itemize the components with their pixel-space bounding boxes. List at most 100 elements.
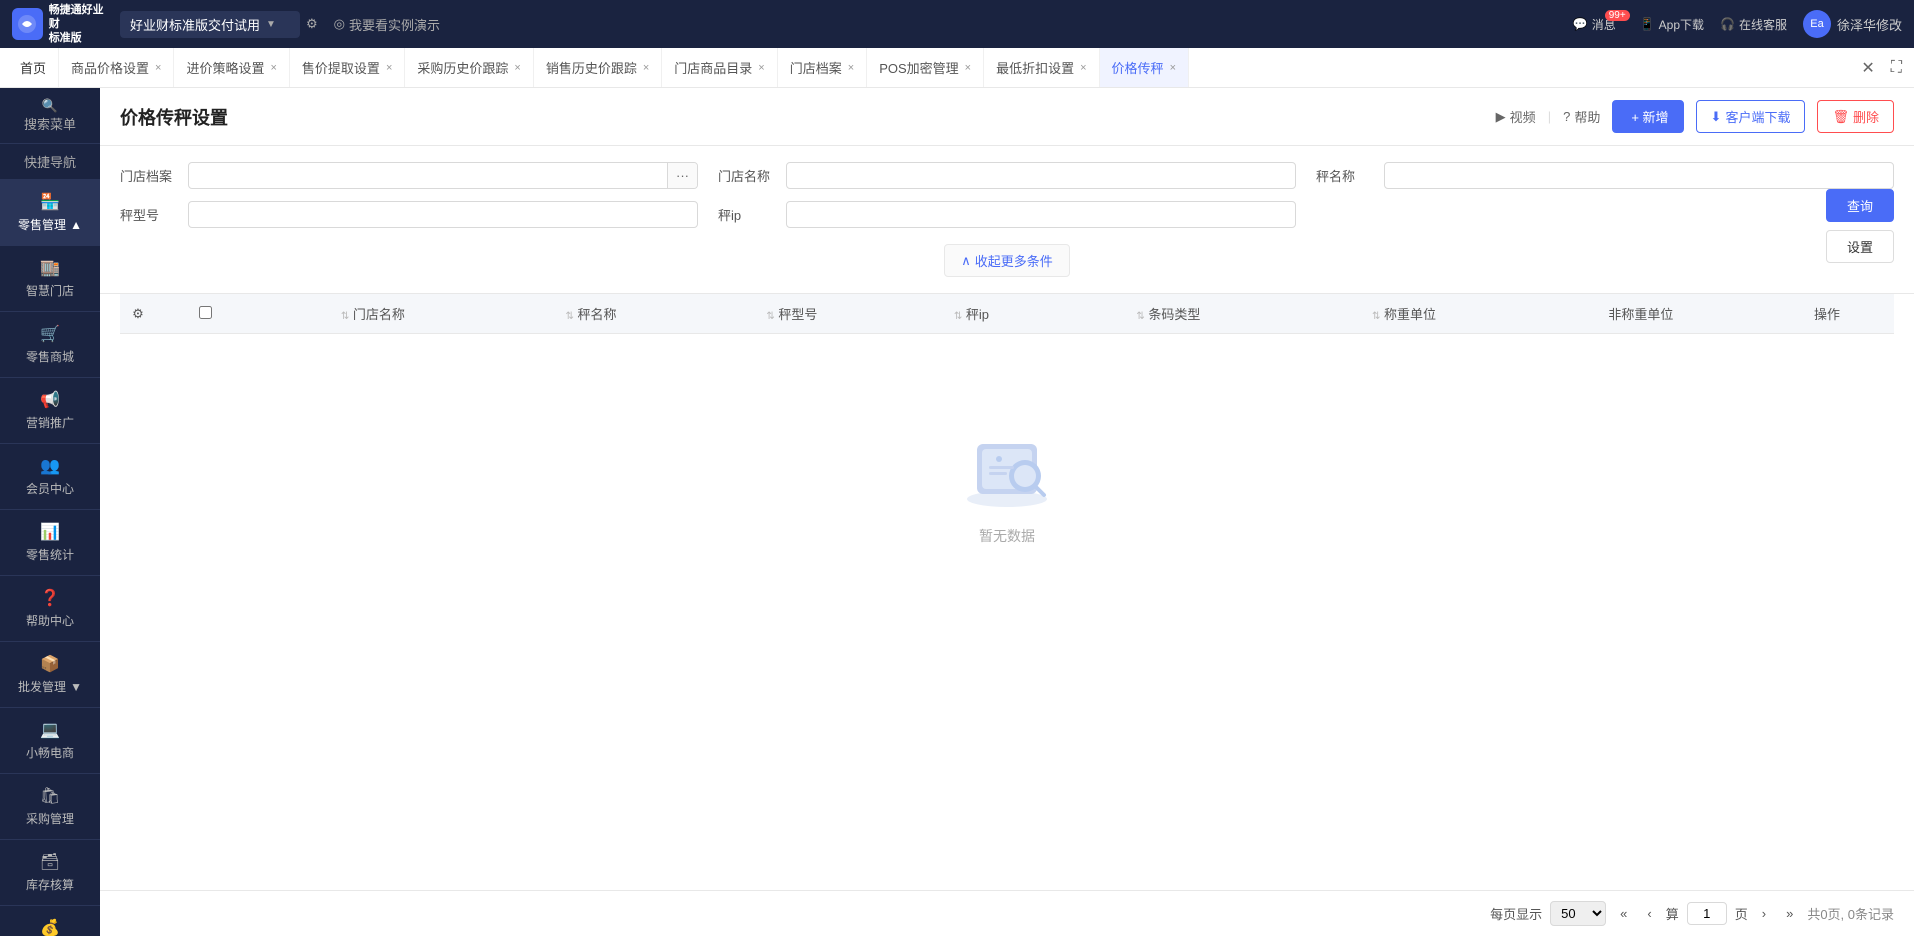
wholesale-icon: 📦 xyxy=(40,654,60,674)
sidebar-item-retail[interactable]: 🏪 零售管理 ▲ xyxy=(0,180,100,246)
inventory-icon: 🗃 xyxy=(40,852,60,872)
help-circle-icon: ? xyxy=(1563,109,1570,124)
tab-goods-price[interactable]: 商品价格设置 × xyxy=(59,48,174,88)
store-archive-btn[interactable]: ··· xyxy=(667,163,697,188)
sidebar-item-xiaochu[interactable]: 💻 小畅电商 xyxy=(0,708,100,774)
messages-button[interactable]: 💬 消息 99+ xyxy=(1565,16,1624,33)
selector-settings-icon[interactable]: ⚙ xyxy=(306,16,318,32)
download-icon: ⬇ xyxy=(1711,109,1722,125)
top-bar: 畅捷通好业财 标准版 好业财标准版交付试用 ▼ ⚙ ◎ 我要看实例演示 💬 消息… xyxy=(0,0,1914,48)
sidebar-quick-nav[interactable]: 快捷导航 xyxy=(0,144,100,180)
col-non-weight-unit: 非称重单位 xyxy=(1522,294,1760,334)
select-all-checkbox[interactable] xyxy=(199,306,212,319)
store-name-input[interactable] xyxy=(786,162,1296,189)
tab-purchase-strategy[interactable]: 进价策略设置 × xyxy=(174,48,289,88)
tab-close-min-discount[interactable]: × xyxy=(1080,62,1086,74)
sidebar-item-inventory[interactable]: 🗃 库存核算 xyxy=(0,840,100,906)
prev-page-button[interactable]: ‹ xyxy=(1641,904,1657,923)
tab-close-goods-price[interactable]: × xyxy=(155,62,161,74)
filter-scale-name: 秤名称 xyxy=(1316,162,1894,189)
tab-maximize-icon[interactable]: ⛶ xyxy=(1887,55,1906,81)
tab-sale-extract[interactable]: 售价提取设置 × xyxy=(290,48,405,88)
sidebar-item-marketing[interactable]: 📢 营销推广 xyxy=(0,378,100,444)
tab-close-sale-history[interactable]: × xyxy=(643,62,649,74)
download-button[interactable]: ⬇ 客户端下载 xyxy=(1696,100,1806,133)
filter-row-2: 秤型号 秤ip xyxy=(120,201,1894,228)
tab-home[interactable]: 首页 xyxy=(8,48,59,88)
tab-sale-history[interactable]: 销售历史价跟踪 × xyxy=(534,48,662,88)
first-page-button[interactable]: « xyxy=(1614,904,1633,923)
logo-icon xyxy=(12,8,43,40)
user-menu[interactable]: Ea 徐泽华修改 xyxy=(1803,10,1902,38)
scale-name-input[interactable] xyxy=(1384,162,1894,189)
message-icon: 💬 xyxy=(1573,17,1588,31)
tab-close-purchase-history[interactable]: × xyxy=(514,62,520,74)
table-area: ⚙ ⇅ 门店名称 ⇅ 秤名称 ⇅ 秤型号 ⇅ 秤ip ⇅ 条码类型 ⇅ 称重单位… xyxy=(100,294,1914,890)
sidebar-search[interactable]: 🔍 搜索菜单 xyxy=(0,88,100,144)
sidebar-item-purchase[interactable]: 🛍 采购管理 xyxy=(0,774,100,840)
tab-min-discount[interactable]: 最低折扣设置 × xyxy=(984,48,1099,88)
collapse-filter-button[interactable]: ∧ 收起更多条件 xyxy=(944,244,1070,277)
scale-ip-label: 秤ip xyxy=(718,205,778,224)
tab-price-scale[interactable]: 价格传秤 × xyxy=(1100,48,1189,88)
sidebar-item-member[interactable]: 👥 会员中心 xyxy=(0,444,100,510)
page-header: 价格传秤设置 ▶ 视频 | ? 帮助 + 新增 xyxy=(100,88,1914,146)
scale-ip-input[interactable] xyxy=(786,201,1296,228)
filter-scale-model: 秤型号 xyxy=(120,201,698,228)
demo-link[interactable]: ◎ 我要看实例演示 xyxy=(334,15,440,34)
store-archive-input-group: ··· xyxy=(188,162,698,189)
tab-store-catalog[interactable]: 门店商品目录 × xyxy=(662,48,777,88)
sidebar-item-help[interactable]: ❓ 帮助中心 xyxy=(0,576,100,642)
tab-close-price-scale[interactable]: × xyxy=(1170,62,1176,74)
tab-close-store-archive[interactable]: × xyxy=(848,62,854,74)
tab-purchase-history[interactable]: 采购历史价跟踪 × xyxy=(405,48,533,88)
arrow-down-icon: ▼ xyxy=(70,680,82,694)
page-title: 价格传秤设置 xyxy=(120,104,228,130)
ecommerce-icon: 💻 xyxy=(40,720,60,740)
next-page-button[interactable]: › xyxy=(1756,904,1772,923)
headset-icon: 🎧 xyxy=(1720,17,1735,31)
scale-model-input[interactable] xyxy=(188,201,698,228)
online-service-button[interactable]: 🎧 在线客服 xyxy=(1720,16,1787,33)
retail-icon: 🏪 xyxy=(40,192,60,212)
page-number-input[interactable] xyxy=(1687,902,1727,925)
table-checkbox-header[interactable] xyxy=(156,294,255,334)
delete-icon: 🗑 xyxy=(1832,109,1849,125)
store-archive-input[interactable] xyxy=(189,163,667,188)
sidebar-item-wholesale[interactable]: 📦 批发管理 ▼ xyxy=(0,642,100,708)
tab-close-store-catalog[interactable]: × xyxy=(758,62,764,74)
filter-area: 门店档案 ··· 门店名称 秤名称 xyxy=(100,146,1914,294)
app-download-button[interactable]: 📱 App下载 xyxy=(1640,16,1704,33)
main-layout: 🔍 搜索菜单 快捷导航 🏪 零售管理 ▲ 🏬 智慧门店 🛒 零售商城 xyxy=(0,88,1914,936)
sidebar-item-finance[interactable]: 💰 资金管理 xyxy=(0,906,100,936)
add-button[interactable]: + 新增 xyxy=(1612,100,1683,133)
top-bar-right: 💬 消息 99+ 📱 App下载 🎧 在线客服 Ea 徐泽华修改 xyxy=(1565,10,1902,38)
page-word: 算 xyxy=(1666,904,1679,923)
video-icon: ▶ xyxy=(1496,109,1506,125)
set-button[interactable]: 设置 xyxy=(1826,230,1894,263)
tab-close-sale-extract[interactable]: × xyxy=(386,62,392,74)
page-size-select[interactable]: 50 10 20 100 xyxy=(1550,901,1606,926)
filter-store-name: 门店名称 xyxy=(718,162,1296,189)
tab-close-all-icon[interactable]: ✕ xyxy=(1857,54,1878,82)
query-button[interactable]: 查询 xyxy=(1826,189,1894,222)
help-link[interactable]: ? 帮助 xyxy=(1563,107,1600,126)
tab-store-archive[interactable]: 门店档案 × xyxy=(778,48,867,88)
delete-button[interactable]: 🗑 删除 xyxy=(1817,100,1894,133)
help-icon: ❓ xyxy=(40,588,60,608)
sidebar-item-retail-shop[interactable]: 🛒 零售商城 xyxy=(0,312,100,378)
col-action: 操作 xyxy=(1760,294,1894,334)
version-selector[interactable]: 好业财标准版交付试用 ▼ xyxy=(120,11,300,38)
tab-bar: 首页 商品价格设置 × 进价策略设置 × 售价提取设置 × 采购历史价跟踪 × … xyxy=(0,48,1914,88)
table-settings-header[interactable]: ⚙ xyxy=(120,294,156,334)
data-table: ⚙ ⇅ 门店名称 ⇅ 秤名称 ⇅ 秤型号 ⇅ 秤ip ⇅ 条码类型 ⇅ 称重单位… xyxy=(120,294,1894,626)
tab-pos-management[interactable]: POS加密管理 × xyxy=(867,48,984,88)
sidebar-item-smart-store[interactable]: 🏬 智慧门店 xyxy=(0,246,100,312)
last-page-button[interactable]: » xyxy=(1780,904,1799,923)
pagination-bar: 每页显示 50 10 20 100 « ‹ 算 页 › » 共0页, 0条记录 xyxy=(100,890,1914,936)
sidebar-item-retail-stats[interactable]: 📊 零售统计 xyxy=(0,510,100,576)
video-link[interactable]: ▶ 视频 xyxy=(1496,107,1536,126)
tab-bar-actions: ✕ ⛶ xyxy=(1857,54,1906,82)
tab-close-purchase-strategy[interactable]: × xyxy=(270,62,276,74)
tab-close-pos-management[interactable]: × xyxy=(965,62,971,74)
